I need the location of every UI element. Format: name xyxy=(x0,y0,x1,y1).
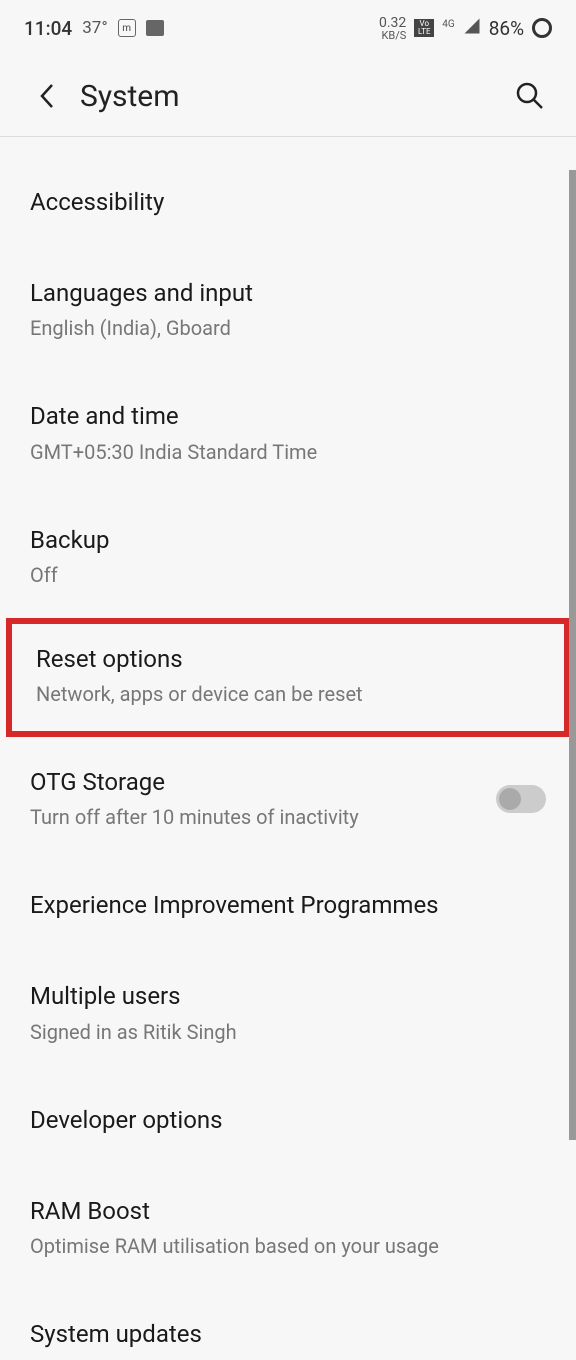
battery-percent: 86% xyxy=(489,17,524,40)
item-datetime[interactable]: Date and time GMT+05:30 India Standard T… xyxy=(0,371,576,494)
item-subtitle: Turn off after 10 minutes of inactivity xyxy=(30,804,496,830)
status-left: 11:04 37° m xyxy=(24,17,164,40)
chevron-left-icon xyxy=(39,83,55,109)
item-title: Multiple users xyxy=(30,981,546,1012)
item-developer[interactable]: Developer options xyxy=(0,1075,576,1166)
item-languages[interactable]: Languages and input English (India), Gbo… xyxy=(0,248,576,371)
settings-list: Accessibility Languages and input Englis… xyxy=(0,137,576,1360)
item-otg[interactable]: OTG Storage Turn off after 10 minutes of… xyxy=(0,737,576,860)
item-title: Backup xyxy=(30,525,546,556)
search-icon xyxy=(515,81,545,111)
item-title: OTG Storage xyxy=(30,767,496,798)
item-title: Experience Improvement Programmes xyxy=(30,890,546,921)
item-title: Accessibility xyxy=(30,187,546,218)
item-subtitle: Off xyxy=(30,562,546,588)
m-icon: m xyxy=(118,19,136,37)
item-subtitle: Signed in as Ritik Singh xyxy=(30,1019,546,1045)
item-title: Reset options xyxy=(36,644,540,675)
picture-icon xyxy=(146,20,164,36)
item-updates[interactable]: System updates xyxy=(0,1289,576,1360)
item-title: System updates xyxy=(30,1319,546,1350)
status-temperature: 37° xyxy=(82,18,107,38)
otg-toggle[interactable] xyxy=(496,785,546,813)
item-title: RAM Boost xyxy=(30,1196,546,1227)
item-reset[interactable]: Reset options Network, apps or device ca… xyxy=(12,624,564,731)
network-type: 4G xyxy=(442,19,454,30)
item-subtitle: Network, apps or device can be reset xyxy=(36,681,540,707)
header: System xyxy=(0,56,576,136)
item-users[interactable]: Multiple users Signed in as Ritik Singh xyxy=(0,951,576,1074)
status-right: 0.32 KB/S Vo LTE 4G 86% xyxy=(379,16,552,41)
item-accessibility[interactable]: Accessibility xyxy=(0,137,576,248)
item-subtitle: English (India), Gboard xyxy=(30,315,546,341)
item-backup[interactable]: Backup Off xyxy=(0,495,576,618)
back-button[interactable] xyxy=(32,81,62,111)
highlight-reset-options: Reset options Network, apps or device ca… xyxy=(6,618,570,737)
scroll-bar[interactable] xyxy=(569,170,576,1140)
item-ram[interactable]: RAM Boost Optimise RAM utilisation based… xyxy=(0,1166,576,1289)
search-button[interactable] xyxy=(512,78,548,114)
item-subtitle: Optimise RAM utilisation based on your u… xyxy=(30,1233,546,1259)
item-subtitle: GMT+05:30 India Standard Time xyxy=(30,439,546,465)
status-time: 11:04 xyxy=(24,17,72,40)
page-title: System xyxy=(80,79,512,114)
volte-icon: Vo LTE xyxy=(414,19,434,37)
network-speed: 0.32 KB/S xyxy=(379,16,406,41)
item-title: Date and time xyxy=(30,401,546,432)
item-title: Developer options xyxy=(30,1105,546,1136)
battery-ring-icon xyxy=(532,18,552,38)
item-title: Languages and input xyxy=(30,278,546,309)
status-bar: 11:04 37° m 0.32 KB/S Vo LTE 4G 86% xyxy=(0,0,576,56)
signal-icon xyxy=(463,17,481,40)
item-experience[interactable]: Experience Improvement Programmes xyxy=(0,860,576,951)
